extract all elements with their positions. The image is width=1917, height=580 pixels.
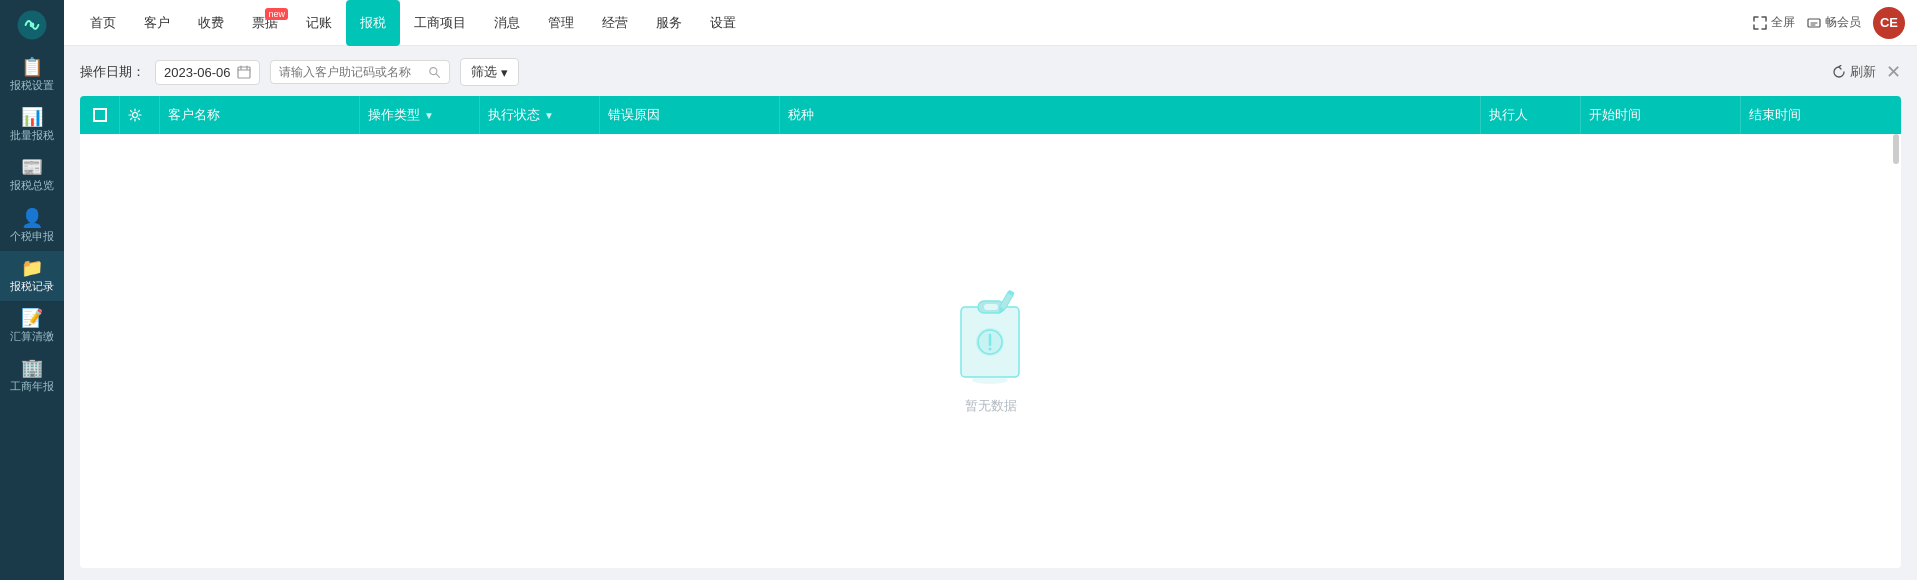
sidebar-item-annual-report[interactable]: 🏢 工商年报 — [0, 351, 64, 401]
svg-point-15 — [972, 376, 1008, 384]
fullscreen-label: 全屏 — [1771, 14, 1795, 31]
nav-item-manage[interactable]: 管理 — [534, 0, 588, 46]
sidebar-item-settlement[interactable]: 📝 汇算清缴 — [0, 301, 64, 351]
th-start-time: 开始时间 — [1581, 96, 1741, 134]
toolbar: 操作日期： 2023-06-06 筛选 ▾ — [80, 58, 1901, 86]
nav-item-customer[interactable]: 客户 — [130, 0, 184, 46]
svg-rect-3 — [238, 67, 250, 78]
topnav-right: 全屏 畅会员 CE — [1753, 7, 1905, 39]
sidebar-label-tax-settings: 报税设置 — [10, 79, 54, 92]
nav-item-account[interactable]: 记账 — [292, 0, 346, 46]
date-picker[interactable]: 2023-06-06 — [155, 60, 260, 85]
th-checkbox[interactable] — [80, 96, 120, 134]
close-button[interactable]: ✕ — [1886, 63, 1901, 81]
sort-icon: ▼ — [424, 110, 434, 121]
nav-badge-invoice: new — [265, 8, 288, 21]
sidebar-icon-batch-tax: 📊 — [21, 108, 43, 126]
th-operation-type[interactable]: 操作类型 ▼ — [360, 96, 480, 134]
table-header: 客户名称 操作类型 ▼ 执行状态 ▼ 错误原因 税种 执行人 — [80, 96, 1901, 134]
nav-item-billing[interactable]: 收费 — [184, 0, 238, 46]
sidebar-item-batch-tax[interactable]: 📊 批量报税 — [0, 100, 64, 150]
th-settings — [120, 96, 160, 134]
sidebar: 📋 报税设置 📊 批量报税 📰 报税总览 👤 个税申报 📁 报税记录 📝 汇算清… — [0, 0, 64, 580]
th-tax-type: 税种 — [780, 96, 1481, 134]
sidebar-item-tax-overview[interactable]: 📰 报税总览 — [0, 150, 64, 200]
nav-item-service[interactable]: 服务 — [642, 0, 696, 46]
refresh-label: 刷新 — [1850, 63, 1876, 81]
calendar-icon — [237, 65, 251, 79]
page-content: 操作日期： 2023-06-06 筛选 ▾ — [64, 46, 1917, 580]
th-customer-name: 客户名称 — [160, 96, 360, 134]
sidebar-label-batch-tax: 批量报税 — [10, 129, 54, 142]
sidebar-label-tax-overview: 报税总览 — [10, 179, 54, 192]
svg-point-11 — [988, 348, 991, 351]
sidebar-icon-settlement: 📝 — [21, 309, 43, 327]
member-label: 畅会员 — [1825, 14, 1861, 31]
fullscreen-button[interactable]: 全屏 — [1753, 14, 1795, 31]
nav-item-message[interactable]: 消息 — [480, 0, 534, 46]
empty-state: 暂无数据 — [926, 267, 1056, 435]
refresh-icon — [1832, 65, 1846, 79]
sidebar-item-tax-record[interactable]: 📁 报税记录 — [0, 251, 64, 301]
scroll-indicator[interactable] — [1893, 134, 1899, 164]
sidebar-icon-tax-overview: 📰 — [21, 158, 43, 176]
svg-point-4 — [430, 68, 437, 75]
toolbar-right: 刷新 ✕ — [1832, 63, 1901, 81]
date-value: 2023-06-06 — [164, 65, 231, 80]
empty-icon — [946, 287, 1036, 387]
sidebar-label-tax-record: 报税记录 — [10, 280, 54, 293]
svg-point-1 — [30, 23, 35, 28]
filter-label: 筛选 — [471, 63, 497, 81]
main-content: 首页客户收费票据new记账报税工商项目消息管理经营服务设置 全屏 畅会员 CE … — [64, 0, 1917, 580]
nav-item-invoice[interactable]: 票据new — [238, 0, 292, 46]
refresh-button[interactable]: 刷新 — [1832, 63, 1876, 81]
sidebar-icon-tax-settings: 📋 — [21, 58, 43, 76]
svg-rect-8 — [984, 304, 998, 310]
sidebar-label-annual-report: 工商年报 — [10, 380, 54, 393]
sort-icon: ▼ — [544, 110, 554, 121]
th-error-reason: 错误原因 — [600, 96, 780, 134]
sidebar-label-settlement: 汇算清缴 — [10, 330, 54, 343]
avatar[interactable]: CE — [1873, 7, 1905, 39]
data-table: 客户名称 操作类型 ▼ 执行状态 ▼ 错误原因 税种 执行人 — [80, 96, 1901, 568]
settings-icon — [128, 108, 142, 122]
table-body: 暂无数据 — [80, 134, 1901, 568]
filter-button[interactable]: 筛选 ▾ — [460, 58, 519, 86]
sidebar-item-personal-tax[interactable]: 👤 个税申报 — [0, 201, 64, 251]
top-navigation: 首页客户收费票据new记账报税工商项目消息管理经营服务设置 全屏 畅会员 CE — [64, 0, 1917, 46]
nav-item-settings[interactable]: 设置 — [696, 0, 750, 46]
nav-item-tax[interactable]: 报税 — [346, 0, 400, 46]
sidebar-item-tax-settings[interactable]: 📋 报税设置 — [0, 50, 64, 100]
nav-item-business[interactable]: 工商项目 — [400, 0, 480, 46]
th-exec-status[interactable]: 执行状态 ▼ — [480, 96, 600, 134]
app-logo — [0, 0, 64, 50]
sidebar-icon-personal-tax: 👤 — [21, 209, 43, 227]
nav-item-home[interactable]: 首页 — [76, 0, 130, 46]
sidebar-icon-tax-record: 📁 — [21, 259, 43, 277]
th-executor: 执行人 — [1481, 96, 1581, 134]
chevron-down-icon: ▾ — [501, 65, 508, 80]
search-input[interactable] — [279, 65, 423, 79]
th-end-time: 结束时间 — [1741, 96, 1901, 134]
search-icon — [428, 65, 440, 79]
empty-text: 暂无数据 — [965, 397, 1017, 415]
svg-point-5 — [133, 113, 138, 118]
sidebar-label-personal-tax: 个税申报 — [10, 230, 54, 243]
nav-item-finance[interactable]: 经营 — [588, 0, 642, 46]
select-all-checkbox[interactable] — [93, 108, 107, 122]
date-label: 操作日期： — [80, 63, 145, 81]
sidebar-icon-annual-report: 🏢 — [21, 359, 43, 377]
member-button[interactable]: 畅会员 — [1807, 14, 1861, 31]
search-box[interactable] — [270, 60, 450, 84]
